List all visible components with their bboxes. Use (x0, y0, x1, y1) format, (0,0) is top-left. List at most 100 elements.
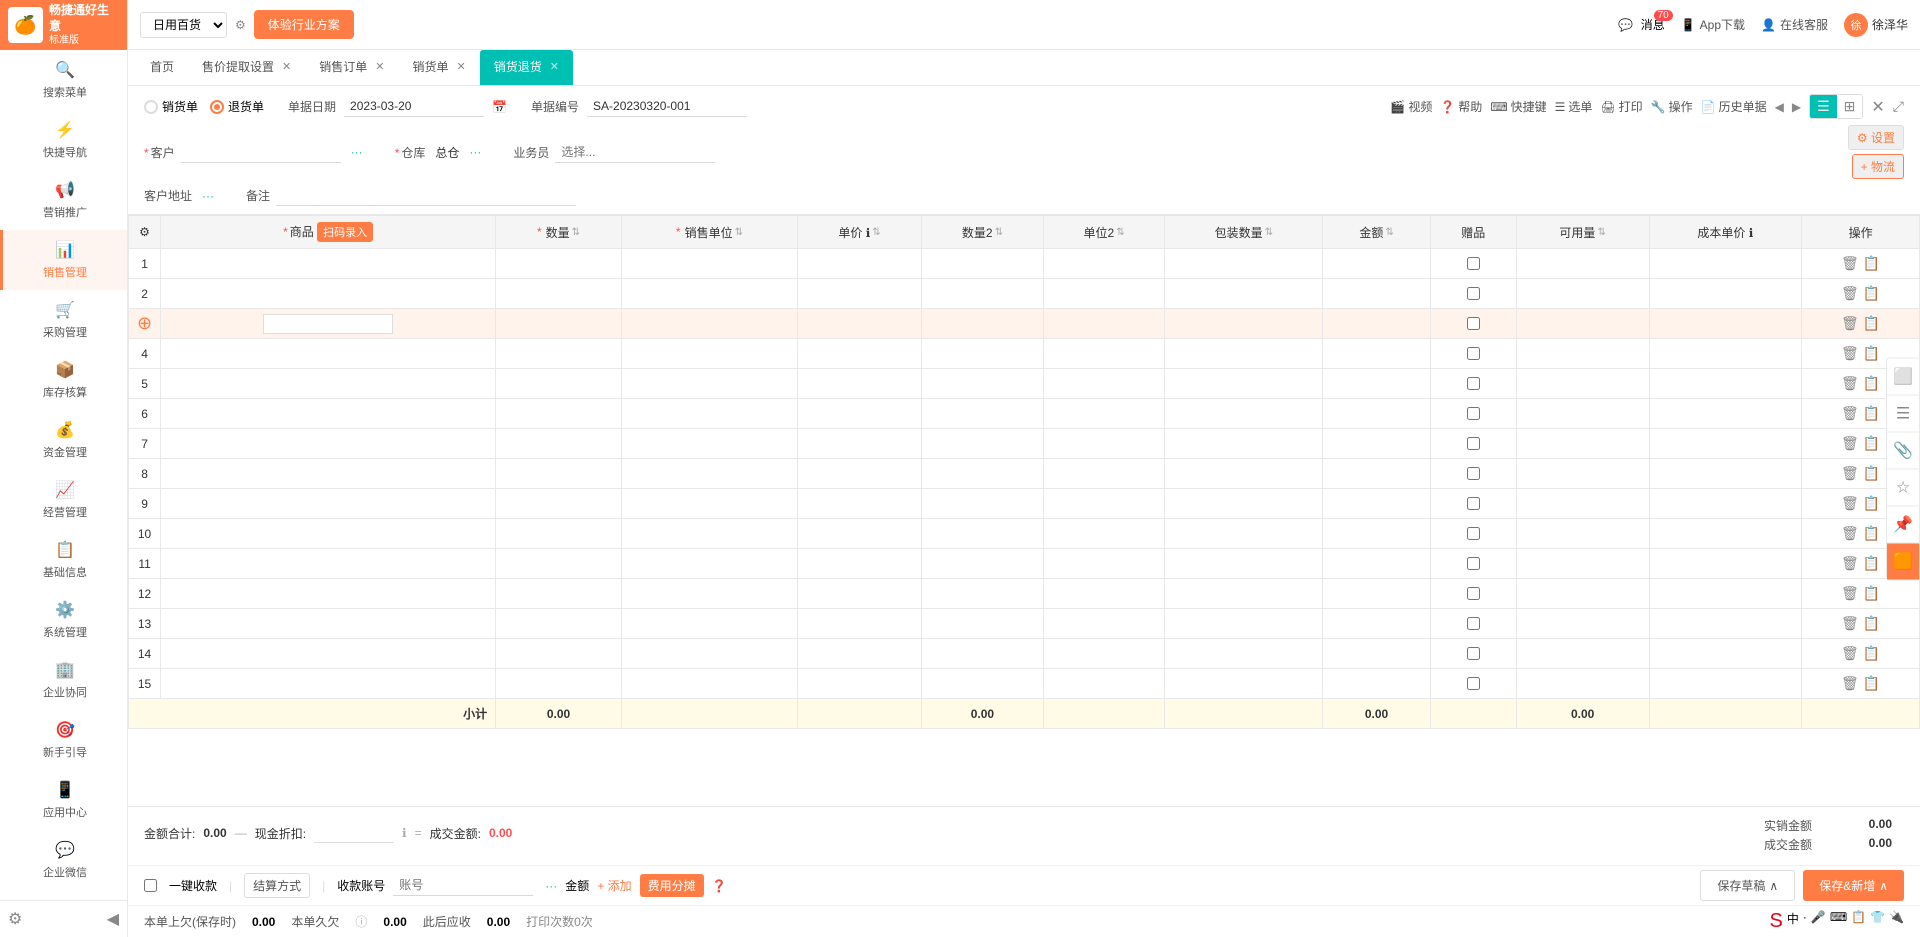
tab-sales-return[interactable]: 销货退货✕ (480, 50, 573, 85)
close-btn[interactable]: ✕ (1871, 97, 1884, 117)
cell-qty2-14[interactable] (922, 639, 1044, 669)
cell-cost-price-9[interactable] (1649, 489, 1802, 519)
right-panel-panel1[interactable]: ⬜ (1887, 358, 1919, 395)
sidebar-item-member[interactable]: 👑畅会员 (0, 890, 127, 900)
cell-amount-8[interactable] (1323, 459, 1431, 489)
card-view-btn[interactable]: ⊞ (1837, 95, 1863, 118)
cell-amount-13[interactable] (1323, 609, 1431, 639)
tab-close-sales-shipment[interactable]: ✕ (457, 60, 466, 73)
cell-qty-2[interactable] (496, 279, 622, 309)
cell-product-13[interactable] (161, 609, 496, 639)
cell-product-11[interactable] (161, 549, 496, 579)
gift-checkbox-4[interactable] (1467, 347, 1480, 360)
cell-qty-15[interactable] (496, 669, 622, 699)
tab-home[interactable]: 首页 (136, 50, 188, 85)
cell-available-7[interactable] (1516, 429, 1649, 459)
cell-qty-11[interactable] (496, 549, 622, 579)
cell-product-4[interactable] (161, 339, 496, 369)
cell-qty-13[interactable] (496, 609, 622, 639)
cell-sales-unit-12[interactable] (621, 579, 797, 609)
delete-btn-4[interactable]: 🗑 (1841, 345, 1859, 362)
account-input[interactable] (393, 875, 533, 896)
cell-amount-10[interactable] (1323, 519, 1431, 549)
cell-product-6[interactable] (161, 399, 496, 429)
cell-amount-11[interactable] (1323, 549, 1431, 579)
calendar-icon[interactable]: 📅 (492, 100, 507, 114)
cell-product-9[interactable] (161, 489, 496, 519)
copy-btn-14[interactable]: 📋 (1863, 645, 1880, 662)
copy-btn-8[interactable]: 📋 (1863, 465, 1880, 482)
history-btn[interactable]: 📄 历史单据 (1701, 98, 1767, 115)
cell-available-2[interactable] (1516, 279, 1649, 309)
gift-checkbox-15[interactable] (1467, 677, 1480, 690)
cell-qty2-15[interactable] (922, 669, 1044, 699)
cell-available-10[interactable] (1516, 519, 1649, 549)
cell-qty2-13[interactable] (922, 609, 1044, 639)
right-panel-panel6[interactable]: 🟧 (1887, 543, 1919, 579)
cell-amount-2[interactable] (1323, 279, 1431, 309)
tool6[interactable]: 👕 (1870, 910, 1885, 933)
delete-btn-6[interactable]: 🗑 (1841, 405, 1859, 422)
cell-product-7[interactable] (161, 429, 496, 459)
one-click-checkbox[interactable] (144, 879, 157, 892)
cell-pkg-qty-12[interactable] (1165, 579, 1323, 609)
gift-checkbox-9[interactable] (1467, 497, 1480, 510)
cell-amount-3[interactable] (1323, 309, 1431, 339)
cell-qty2-4[interactable] (922, 339, 1044, 369)
cell-gift-8[interactable] (1430, 459, 1516, 489)
cell-cost-price-3[interactable] (1649, 309, 1802, 339)
cell-qty-6[interactable] (496, 399, 622, 429)
cell-unit-price-12[interactable] (797, 579, 921, 609)
tool2[interactable]: · (1803, 910, 1807, 933)
cell-cost-price-5[interactable] (1649, 369, 1802, 399)
cell-pkg-qty-1[interactable] (1165, 249, 1323, 279)
cell-gift-13[interactable] (1430, 609, 1516, 639)
radio-shipment[interactable]: 销货单 (144, 98, 198, 115)
cell-gift-4[interactable] (1430, 339, 1516, 369)
print-btn[interactable]: 🖨 打印 (1600, 98, 1642, 115)
cell-qty-10[interactable] (496, 519, 622, 549)
add-payment-btn[interactable]: + 添加 (597, 877, 631, 894)
cell-unit2-7[interactable] (1043, 429, 1165, 459)
cell-available-12[interactable] (1516, 579, 1649, 609)
sidebar-item-enterprise[interactable]: 🏢企业协同 (0, 650, 127, 710)
radio-return[interactable]: 退货单 (210, 98, 264, 115)
cell-qty2-7[interactable] (922, 429, 1044, 459)
customer-input[interactable] (181, 142, 341, 163)
delete-btn-10[interactable]: 🗑 (1841, 525, 1859, 542)
cell-sales-unit-11[interactable] (621, 549, 797, 579)
cell-amount-14[interactable] (1323, 639, 1431, 669)
cell-qty-3[interactable] (496, 309, 622, 339)
copy-btn-9[interactable]: 📋 (1863, 495, 1880, 512)
cell-product-12[interactable] (161, 579, 496, 609)
cell-amount-5[interactable] (1323, 369, 1431, 399)
sidebar-item-operations[interactable]: 📈经营管理 (0, 470, 127, 530)
video-btn[interactable]: 🎬 视频 (1390, 98, 1432, 115)
doc-date-input[interactable] (344, 96, 484, 117)
cell-pkg-qty-7[interactable] (1165, 429, 1323, 459)
cell-cost-price-7[interactable] (1649, 429, 1802, 459)
tab-close-price-setting[interactable]: ✕ (282, 60, 291, 73)
cell-unit2-13[interactable] (1043, 609, 1165, 639)
cell-available-13[interactable] (1516, 609, 1649, 639)
cell-qty-9[interactable] (496, 489, 622, 519)
gift-checkbox-2[interactable] (1467, 287, 1480, 300)
sidebar-item-search[interactable]: 🔍搜索菜单 (0, 50, 127, 110)
cell-product-5[interactable] (161, 369, 496, 399)
cell-available-4[interactable] (1516, 339, 1649, 369)
cell-pkg-qty-15[interactable] (1165, 669, 1323, 699)
cell-qty-5[interactable] (496, 369, 622, 399)
delete-btn-7[interactable]: 🗑 (1841, 435, 1859, 452)
cell-cost-price-14[interactable] (1649, 639, 1802, 669)
cell-qty-7[interactable] (496, 429, 622, 459)
cell-qty2-8[interactable] (922, 459, 1044, 489)
cell-unit-price-15[interactable] (797, 669, 921, 699)
cell-available-14[interactable] (1516, 639, 1649, 669)
cell-amount-4[interactable] (1323, 339, 1431, 369)
cell-gift-10[interactable] (1430, 519, 1516, 549)
cell-gift-2[interactable] (1430, 279, 1516, 309)
save-new-btn[interactable]: 保存&新增 ∧ (1803, 870, 1904, 901)
right-panel-panel2[interactable]: ☰ (1887, 395, 1919, 432)
gift-checkbox-13[interactable] (1467, 617, 1480, 630)
doc-no-input[interactable] (587, 96, 747, 117)
